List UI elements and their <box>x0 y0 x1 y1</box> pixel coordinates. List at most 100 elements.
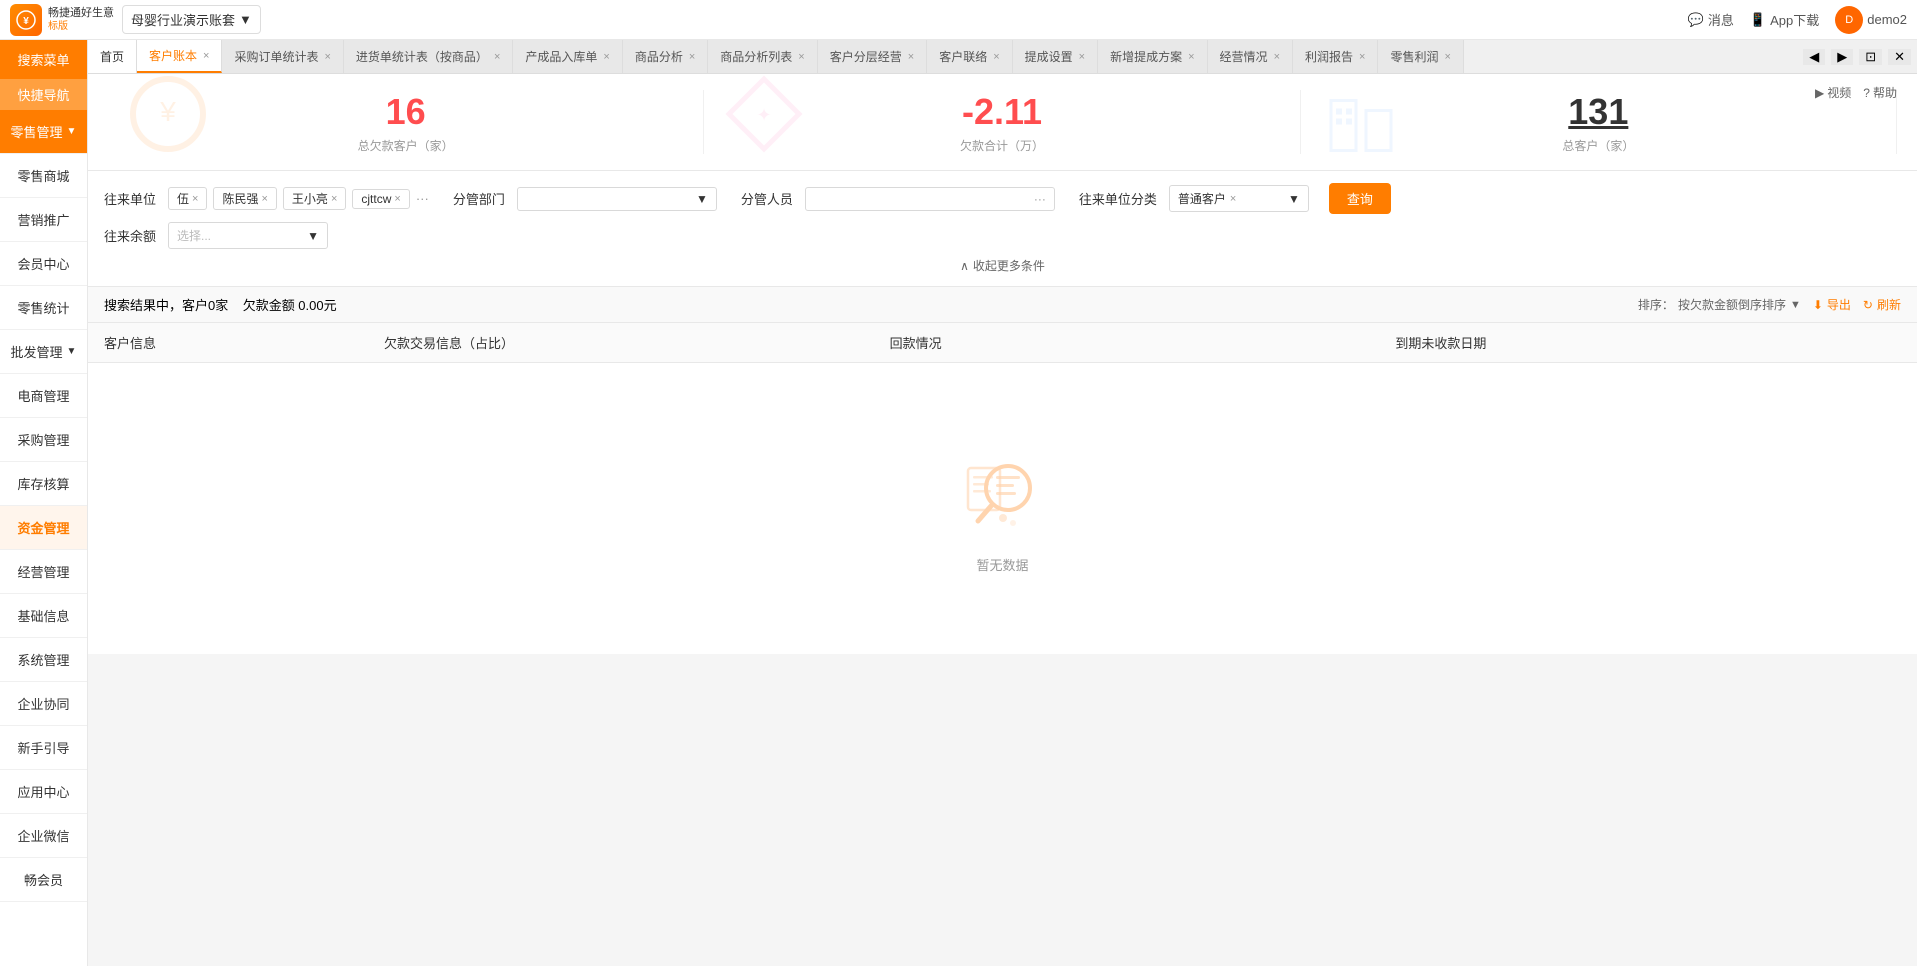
sidebar-item-finance[interactable]: 资金管理 <box>0 506 87 550</box>
help-icon: ? <box>1863 86 1870 100</box>
tab-close-icon2[interactable]: × <box>324 51 330 63</box>
help-action[interactable]: ? 帮助 <box>1863 84 1897 101</box>
tab-profit-report[interactable]: 利润报告 × <box>1293 40 1378 73</box>
filter-label-balance: 往来余额 <box>104 226 156 245</box>
empty-state: 暂无数据 <box>88 363 1917 654</box>
sort-select[interactable]: 排序： 按欠款金额倒序排序 ▼ <box>1638 296 1801 313</box>
tab-home-label: 首页 <box>100 48 124 65</box>
sidebar-item-inventory[interactable]: 库存核算 <box>0 462 87 506</box>
tab-stock-stats[interactable]: 进货单统计表（按商品） × <box>344 40 513 73</box>
sidebar-item-app-center[interactable]: 应用中心 <box>0 770 87 814</box>
sidebar-item-retail-mall[interactable]: 零售商城 <box>0 154 87 198</box>
top-bar-left: ¥ 畅捷通好生意 标版 母婴行业演示账套 ▼ <box>10 4 261 36</box>
table-col-due-date: 到期未收款日期 <box>1395 333 1901 352</box>
sidebar-item-member2[interactable]: 畅会员 <box>0 858 87 902</box>
sidebar-item-guide[interactable]: 新手引导 <box>0 726 87 770</box>
sidebar-item-basic-info[interactable]: 基础信息 <box>0 594 87 638</box>
sidebar-item-member[interactable]: 会员中心 <box>0 242 87 286</box>
page-content: ¥ 16 总欠款客户（家） ✦ -2.11 欠款合计（万） 131 <box>88 74 1917 966</box>
sidebar-item-marketing[interactable]: 营销推广 <box>0 198 87 242</box>
stat-item-customers: ¥ 16 总欠款客户（家） <box>108 90 704 154</box>
filter-tag-1-label: 伍 <box>177 190 189 207</box>
tab-close-icon11[interactable]: × <box>1274 51 1280 63</box>
filter-tag-2-close[interactable]: × <box>261 193 267 205</box>
tab-close-icon8[interactable]: × <box>993 51 999 63</box>
filter-tag-3-close[interactable]: × <box>331 193 337 205</box>
tab-nav-close[interactable]: ✕ <box>1888 49 1911 65</box>
sidebar-item-retail[interactable]: 零售管理 ▼ <box>0 110 87 154</box>
tab-nav-expand[interactable]: ⊡ <box>1859 49 1882 65</box>
tab-close-icon3[interactable]: × <box>494 51 500 63</box>
filter-tag-4: cjttcw × <box>352 189 409 209</box>
tab-bar-right: ◀ ▶ ⊡ ✕ <box>1797 49 1917 65</box>
refresh-button[interactable]: ↻ 刷新 <box>1863 296 1901 313</box>
svg-text:¥: ¥ <box>159 96 176 127</box>
svg-text:¥: ¥ <box>23 16 29 27</box>
sidebar-item-ecommerce[interactable]: 电商管理 <box>0 374 87 418</box>
sidebar-quick-nav[interactable]: 快捷导航 <box>0 79 87 110</box>
tab-retail-profit[interactable]: 零售利润 × <box>1378 40 1463 73</box>
message-item[interactable]: 💬 消息 <box>1688 10 1734 29</box>
tab-close-icon9[interactable]: × <box>1079 51 1085 63</box>
tab-close-icon5[interactable]: × <box>689 51 695 63</box>
tab-customer-tier[interactable]: 客户分层经营 × <box>818 40 927 73</box>
table-col-customer: 客户信息 <box>104 333 384 352</box>
sidebar-item-system[interactable]: 系统管理 <box>0 638 87 682</box>
video-action[interactable]: ▶ 视频 <box>1815 84 1851 101</box>
tab-close-icon13[interactable]: × <box>1444 51 1450 63</box>
sidebar-search[interactable]: 搜索菜单 <box>0 40 87 79</box>
account-switcher[interactable]: 母婴行业演示账套 ▼ <box>122 5 261 34</box>
filter-dept-select[interactable]: ▼ <box>517 187 717 211</box>
filter-person-select[interactable]: ··· <box>805 187 1055 211</box>
tab-home[interactable]: 首页 <box>88 40 137 73</box>
tab-customer-account[interactable]: 客户账本 × <box>137 40 222 73</box>
filter-balance-select[interactable]: 选择... ▼ <box>168 222 328 249</box>
filter-area: 往来单位 伍 × 陈民强 × 王小亮 × <box>88 171 1917 287</box>
phone-icon: 📱 <box>1750 12 1766 28</box>
tab-close-icon7[interactable]: × <box>908 51 914 63</box>
tab-add-commission[interactable]: 新增提成方案 × <box>1098 40 1207 73</box>
user-item[interactable]: D demo2 <box>1835 6 1907 34</box>
filter-category-close[interactable]: × <box>1230 193 1236 205</box>
filter-tag-4-close[interactable]: × <box>394 193 400 205</box>
tab-close-icon10[interactable]: × <box>1188 51 1194 63</box>
tab-nav-prev[interactable]: ◀ <box>1803 49 1825 65</box>
sidebar-item-retail-stats[interactable]: 零售统计 <box>0 286 87 330</box>
tab-business-status[interactable]: 经营情况 × <box>1208 40 1293 73</box>
tab-purchase-order-stats[interactable]: 采购订单统计表 × <box>222 40 343 73</box>
sidebar-item-wholesale[interactable]: 批发管理 ▼ <box>0 330 87 374</box>
video-icon: ▶ <box>1815 86 1824 100</box>
export-button[interactable]: ⬇ 导出 <box>1813 296 1851 313</box>
filter-tag-2: 陈民强 × <box>213 187 276 210</box>
tab-bar: 首页 客户账本 × 采购订单统计表 × 进货单统计表（按商品） × 产成品入库单… <box>88 40 1917 74</box>
sidebar-item-operations[interactable]: 经营管理 <box>0 550 87 594</box>
sidebar-item-purchase[interactable]: 采购管理 <box>0 418 87 462</box>
tab-commission-settings[interactable]: 提成设置 × <box>1013 40 1098 73</box>
filter-tag-more[interactable]: ··· <box>416 191 429 206</box>
tab-close-icon6[interactable]: × <box>798 51 804 63</box>
filter-tag-1: 伍 × <box>168 187 207 210</box>
filter-person-more: ··· <box>1034 192 1046 206</box>
collapse-button[interactable]: ∧ 收起更多条件 <box>104 257 1901 274</box>
tab-customer-contact[interactable]: 客户联络 × <box>927 40 1012 73</box>
query-button[interactable]: 查询 <box>1329 183 1391 214</box>
tab-product-analysis-list[interactable]: 商品分析列表 × <box>708 40 817 73</box>
tab-close-icon4[interactable]: × <box>603 51 609 63</box>
tab-customer-account-label: 客户账本 <box>149 47 197 64</box>
filter-category-select[interactable]: 普通客户 × ▼ <box>1169 185 1309 212</box>
tab-product-analysis[interactable]: 商品分析 × <box>623 40 708 73</box>
tab-close-icon12[interactable]: × <box>1359 51 1365 63</box>
tab-close-icon[interactable]: × <box>203 50 209 62</box>
filter-tag-1-close[interactable]: × <box>192 193 198 205</box>
tab-production[interactable]: 产成品入库单 × <box>513 40 622 73</box>
message-icon: 💬 <box>1688 12 1704 28</box>
sidebar-item-enterprise[interactable]: 企业协同 <box>0 682 87 726</box>
sidebar-item-wechat[interactable]: 企业微信 <box>0 814 87 858</box>
table-col-repayment: 回款情况 <box>890 333 1396 352</box>
stat-item-amount: ✦ -2.11 欠款合计（万） <box>704 90 1300 154</box>
filter-label-dept: 分管部门 <box>453 189 505 208</box>
app-download-label: App下载 <box>1770 10 1819 29</box>
app-download-item[interactable]: 📱 App下载 <box>1750 10 1819 29</box>
table-col-debt: 欠款交易信息（占比） <box>384 333 890 352</box>
tab-nav-next[interactable]: ▶ <box>1831 49 1853 65</box>
